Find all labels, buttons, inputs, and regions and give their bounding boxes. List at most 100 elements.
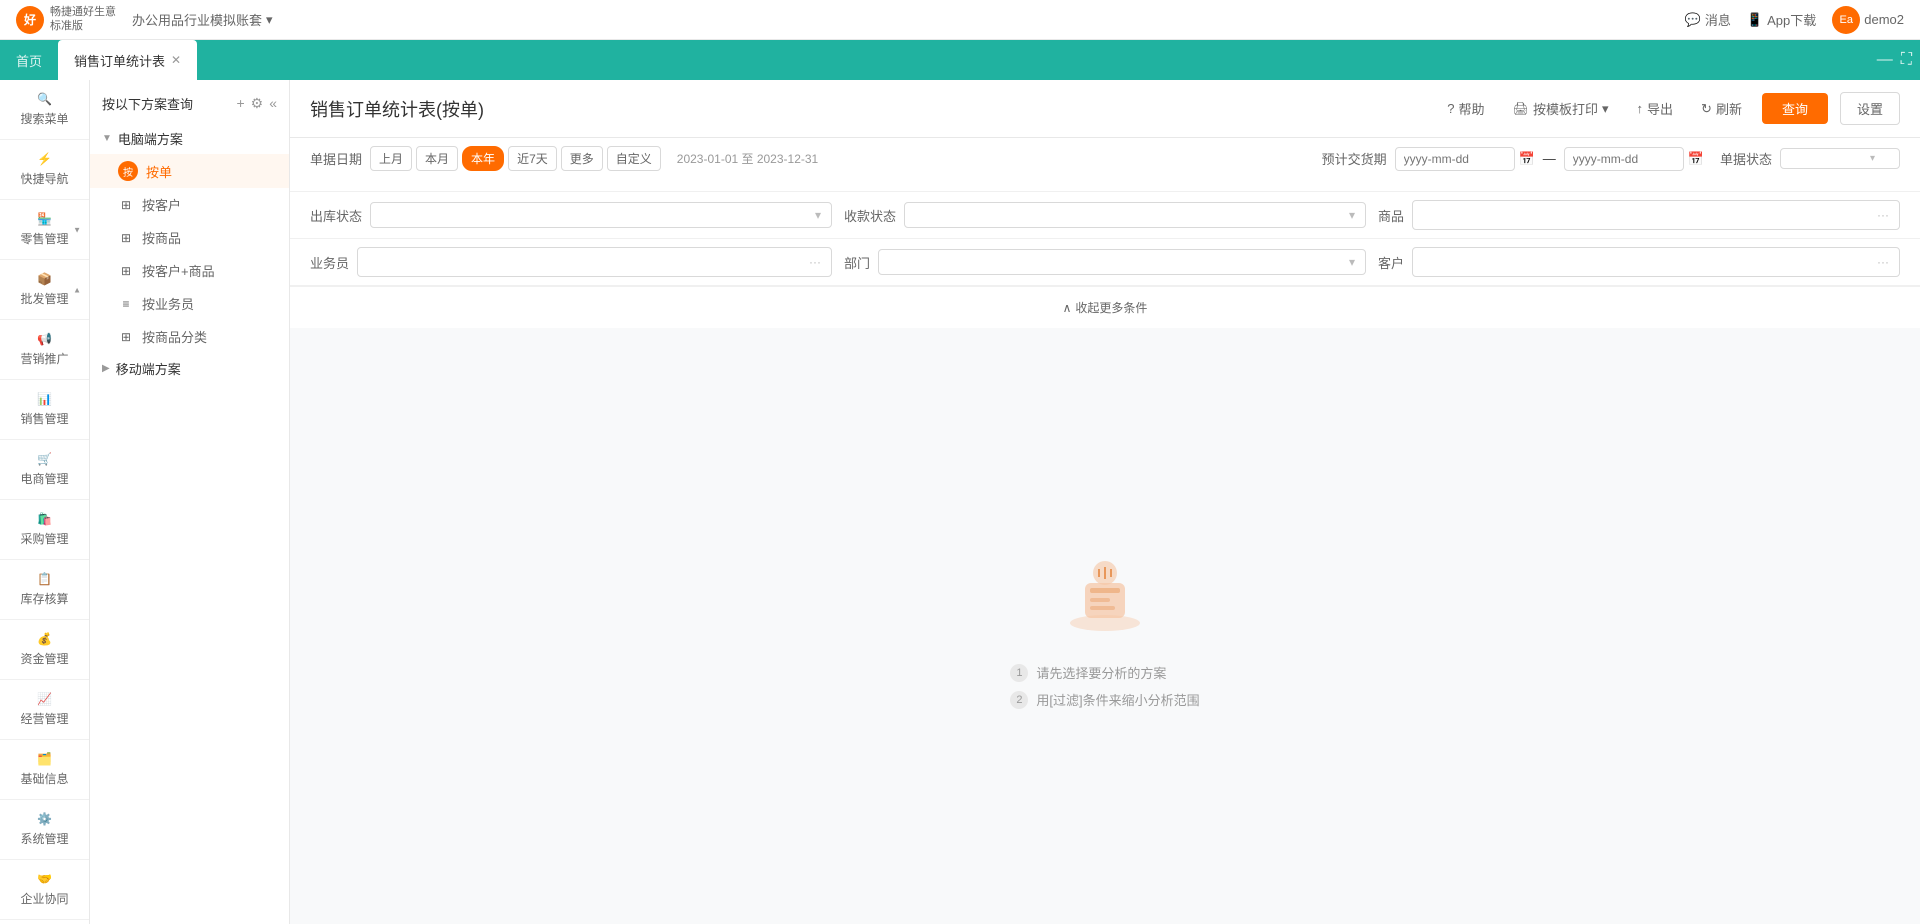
main-layout: 🔍 搜索菜单 ⚡ 快捷导航 🏪 零售管理 📦 批发管理 📢 营销推广 📊 销售管… — [0, 80, 1920, 924]
user-menu[interactable]: Ea demo2 — [1832, 6, 1904, 34]
help-button[interactable]: ? 帮助 — [1439, 95, 1492, 122]
filter-staff: 业务员 ··· — [310, 247, 832, 277]
settings-button[interactable]: 设置 — [1840, 92, 1900, 125]
delivery-status-label: 出库状态 — [310, 206, 362, 225]
customer-label: 客户 — [1378, 253, 1404, 272]
date-to-field[interactable] — [1564, 147, 1684, 171]
chevron-down-icon: ▾ — [1602, 101, 1609, 117]
scheme-group-mobile-title[interactable]: ▶ 移动端方案 — [90, 353, 289, 384]
export-icon: ↑ — [1637, 101, 1644, 116]
app-download-button[interactable]: 📱 App下载 — [1747, 10, 1816, 29]
sidebar-item-enterprise[interactable]: 🤝 企业协同 — [0, 860, 89, 920]
quick-nav-icon: ⚡ — [37, 152, 52, 166]
date-btn-this-month[interactable]: 本月 — [416, 146, 458, 171]
department-select[interactable]: ▾ — [878, 249, 1366, 275]
export-button[interactable]: ↑ 导出 — [1629, 95, 1682, 122]
settings-scheme-icon[interactable]: ⚙ — [251, 95, 264, 112]
tab-home[interactable]: 首页 — [0, 40, 58, 80]
sidebar-item-basic[interactable]: 🗂️ 基础信息 — [0, 740, 89, 800]
by-category-icon: ⊞ — [118, 329, 134, 345]
collapse-row: ∧ 收起更多条件 — [290, 286, 1920, 328]
content-area: 按以下方案查询 + ⚙ « ▼ 电脑端方案 按 按单 — [90, 80, 1920, 924]
sidebar-item-retail[interactable]: 🏪 零售管理 — [0, 200, 89, 260]
status-select[interactable]: ▾ — [1780, 148, 1900, 169]
sidebar-item-quick-nav[interactable]: ⚡ 快捷导航 — [0, 140, 89, 200]
system-icon: ⚙️ — [37, 812, 52, 826]
sidebar-item-finance[interactable]: 💰 资金管理 — [0, 620, 89, 680]
filter-customer: 客户 ··· — [1378, 247, 1900, 277]
messages-button[interactable]: 💬 消息 — [1685, 10, 1731, 29]
sidebar-item-purchase[interactable]: 🛍️ 采购管理 — [0, 500, 89, 560]
tab-close-icon[interactable]: ✕ — [171, 53, 181, 67]
logo-area: 好 畅捷通好生意 标准版 — [16, 6, 116, 34]
date-btn-last-month[interactable]: 上月 — [370, 146, 412, 171]
tab-sales-order[interactable]: 销售订单统计表 ✕ — [58, 40, 197, 80]
message-icon: 💬 — [1685, 12, 1701, 28]
minimize-icon[interactable]: — — [1877, 51, 1893, 69]
add-scheme-icon[interactable]: + — [236, 95, 244, 112]
scheme-group-pc: ▼ 电脑端方案 按 按单 ⊞ 按客户 ⊞ 按商品 — [90, 123, 289, 353]
scheme-item-by-customer[interactable]: ⊞ 按客户 — [90, 188, 289, 221]
date-label: 单据日期 — [310, 149, 362, 168]
sidebar-item-wholesale[interactable]: 📦 批发管理 — [0, 260, 89, 320]
product-input[interactable]: ··· — [1412, 200, 1900, 230]
sales-order-tab-label: 销售订单统计表 — [74, 51, 165, 70]
filter-department: 部门 ▾ — [844, 249, 1366, 275]
chevron-down-icon: ▾ — [1349, 255, 1355, 269]
filter-row-date: 单据日期 上月 本月 本年 近7天 更多 自定义 2023-01-01 至 20… — [310, 146, 1900, 171]
by-customer-icon: ⊞ — [118, 197, 134, 213]
payment-status-select[interactable]: ▾ — [904, 202, 1366, 228]
sidebar-item-operation[interactable]: 📈 经营管理 — [0, 680, 89, 740]
sidebar-item-marketing[interactable]: 📢 营销推广 — [0, 320, 89, 380]
template-print-button[interactable]: 🖨 按模板打印 ▾ — [1504, 95, 1616, 122]
enterprise-icon: 🤝 — [37, 872, 52, 886]
page-title-row: 销售订单统计表(按单) ? 帮助 🖨 按模板打印 ▾ ↑ — [310, 92, 1900, 125]
scheme-item-by-cust-prod[interactable]: ⊞ 按客户+商品 — [90, 254, 289, 287]
scheme-item-by-order[interactable]: 按 按单 — [90, 154, 289, 188]
refresh-button[interactable]: ↻ 刷新 — [1693, 95, 1750, 122]
date-btn-this-year[interactable]: 本年 — [462, 146, 504, 171]
staff-label: 业务员 — [310, 253, 349, 272]
date-btn-custom[interactable]: 自定义 — [607, 146, 661, 171]
calendar-to-icon[interactable]: 📅 — [1688, 151, 1704, 167]
sidebar-item-inventory[interactable]: 📋 库存核算 — [0, 560, 89, 620]
maximize-icon[interactable]: ⛶ — [1901, 51, 1912, 69]
tab-bar-actions: — ⛶ — [1877, 51, 1912, 69]
scheme-item-by-staff[interactable]: ≡ 按业务员 — [90, 287, 289, 320]
collapse-scheme-icon[interactable]: « — [269, 95, 277, 112]
download-icon: 📱 — [1747, 12, 1763, 28]
sidebar-item-ecommerce[interactable]: 🛒 电商管理 — [0, 440, 89, 500]
collapse-button[interactable]: ∧ 收起更多条件 — [1057, 293, 1154, 322]
calendar-from-icon[interactable]: 📅 — [1519, 151, 1535, 167]
date-btn-more[interactable]: 更多 — [561, 146, 603, 171]
scheme-item-by-category[interactable]: ⊞ 按商品分类 — [90, 320, 289, 353]
sidebar-item-system[interactable]: ⚙️ 系统管理 — [0, 800, 89, 860]
scheme-item-by-product[interactable]: ⊞ 按商品 — [90, 221, 289, 254]
sidebar-item-search[interactable]: 🔍 搜索菜单 — [0, 80, 89, 140]
sidebar-item-newbie[interactable]: 🎓 新手引导 — [0, 920, 89, 924]
step-1-text: 请先选择要分析的方案 — [1036, 663, 1166, 682]
app-selector[interactable]: 办公用品行业模拟账套 ▾ — [124, 10, 281, 29]
empty-step-2: 2 用[过滤]条件来缩小分析范围 — [1010, 690, 1199, 709]
scheme-group-pc-title[interactable]: ▼ 电脑端方案 — [90, 123, 289, 154]
customer-input[interactable]: ··· — [1412, 247, 1900, 277]
date-btn-last-7[interactable]: 近7天 — [508, 146, 557, 171]
scheme-panel-header: 按以下方案查询 + ⚙ « — [90, 88, 289, 119]
finance-icon: 💰 — [37, 632, 52, 646]
date-to-input: 📅 — [1564, 147, 1704, 171]
marketing-icon: 📢 — [37, 332, 52, 346]
operation-icon: 📈 — [37, 692, 52, 706]
wholesale-icon: 📦 — [37, 272, 52, 286]
query-button[interactable]: 查询 — [1762, 93, 1828, 124]
sidebar-item-sales[interactable]: 📊 销售管理 — [0, 380, 89, 440]
filter-date-label-item: 单据日期 上月 本月 本年 近7天 更多 自定义 — [310, 146, 661, 171]
delivery-status-select[interactable]: ▾ — [370, 202, 832, 228]
print-icon: 🖨 — [1512, 101, 1529, 117]
logo-text: 畅捷通好生意 标准版 — [50, 6, 116, 32]
filter-section-3: 业务员 ··· 部门 ▾ 客户 — [290, 239, 1920, 286]
date-from-field[interactable] — [1395, 147, 1515, 171]
filter-grid-3: 业务员 ··· 部门 ▾ 客户 — [310, 247, 1900, 277]
date-from-input: 📅 — [1395, 147, 1535, 171]
empty-steps: 1 请先选择要分析的方案 2 用[过滤]条件来缩小分析范围 — [1010, 663, 1199, 709]
staff-input[interactable]: ··· — [357, 247, 832, 277]
